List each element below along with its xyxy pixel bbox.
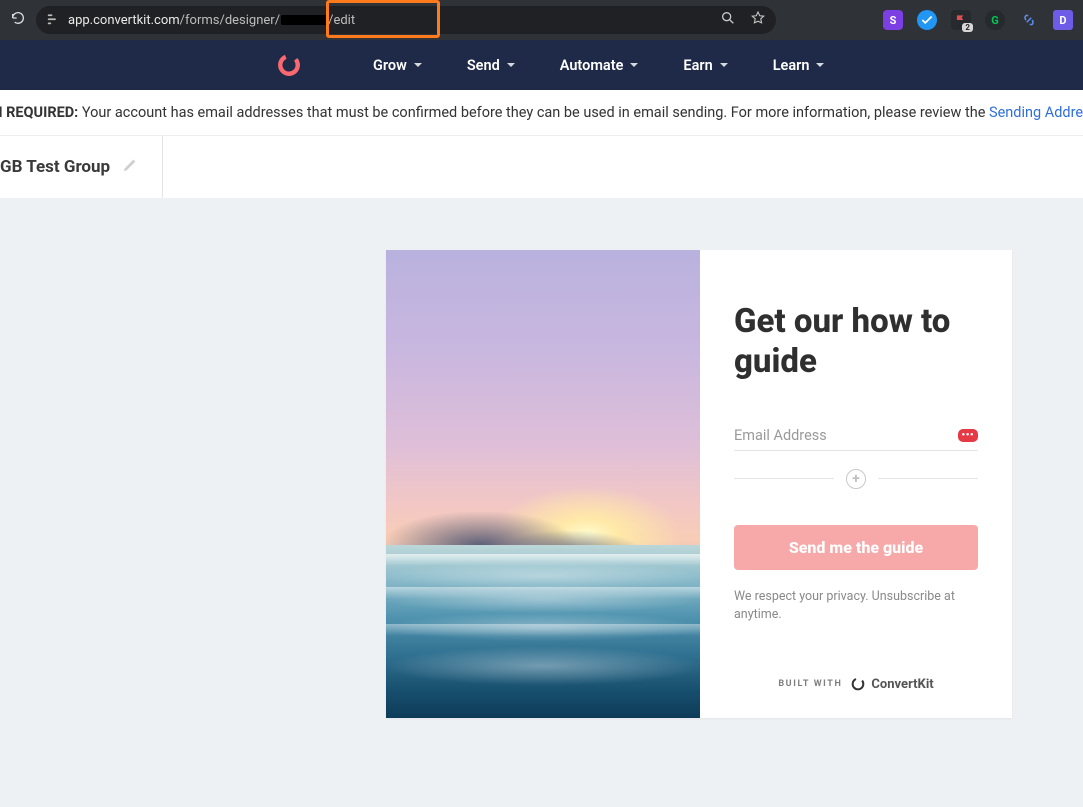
field-options-pill-icon[interactable]: ••• <box>958 429 978 442</box>
page-title: GB Test Group <box>0 157 110 177</box>
editor-canvas: Get our how to guide Email Address ••• +… <box>0 198 1083 807</box>
extension-s-icon[interactable]: S <box>883 10 903 30</box>
url-host: app.convertkit.com <box>68 13 180 28</box>
built-with-row: BUILT WITH ConvertKit <box>734 662 978 692</box>
alert-body: Your account has email addresses that mu… <box>78 104 989 121</box>
alert-banner: ION REQUIRED: Your account has email add… <box>0 90 1083 136</box>
chevron-down-icon <box>413 60 423 70</box>
title-divider <box>162 136 163 198</box>
alert-prefix: ION REQUIRED: <box>0 104 78 121</box>
url-text: app.convertkit.com/forms/designer//edit <box>68 13 355 28</box>
convertkit-logo-icon[interactable] <box>275 51 303 79</box>
nav-learn[interactable]: Learn <box>773 57 826 74</box>
browser-chrome: app.convertkit.com/forms/designer//edit … <box>0 0 1083 40</box>
url-path-post: /edit <box>328 13 355 28</box>
built-with-label: BUILT WITH <box>778 679 842 689</box>
extension-flag-icon[interactable]: 2 <box>951 10 971 30</box>
extension-grammarly-icon[interactable]: G <box>985 10 1005 30</box>
address-bar[interactable]: app.convertkit.com/forms/designer//edit <box>36 6 776 34</box>
nav-grow-label: Grow <box>373 57 407 74</box>
submit-button[interactable]: Send me the guide <box>734 525 978 570</box>
extension-d-icon[interactable]: D <box>1053 10 1073 30</box>
form-preview-card[interactable]: Get our how to guide Email Address ••• +… <box>386 250 1012 718</box>
chevron-down-icon <box>815 60 825 70</box>
site-settings-icon[interactable] <box>46 11 60 30</box>
convertkit-mark-icon <box>850 676 866 692</box>
email-field-row[interactable]: Email Address ••• <box>734 427 978 451</box>
email-placeholder: Email Address <box>734 427 958 444</box>
nav-earn[interactable]: Earn <box>683 57 728 74</box>
extension-flag-badge: 2 <box>962 23 973 32</box>
built-with-brand[interactable]: ConvertKit <box>850 676 933 692</box>
url-redacted-segment <box>281 15 327 25</box>
bookmark-star-icon[interactable] <box>750 10 766 30</box>
url-path-pre: /forms/designer <box>180 13 275 28</box>
app-navbar: Grow Send Automate Earn Learn <box>0 40 1083 90</box>
chevron-down-icon <box>506 60 516 70</box>
page-title-bar: GB Test Group <box>0 136 1083 198</box>
alert-link[interactable]: Sending Address Confirma <box>989 104 1083 121</box>
nav-earn-label: Earn <box>683 57 712 74</box>
chevron-down-icon <box>629 60 639 70</box>
zoom-icon[interactable] <box>720 10 736 30</box>
form-image[interactable] <box>386 250 700 718</box>
form-content: Get our how to guide Email Address ••• +… <box>700 250 1012 718</box>
nav-send-label: Send <box>467 57 500 74</box>
form-disclaimer[interactable]: We respect your privacy. Unsubscribe at … <box>734 588 978 624</box>
nav-learn-label: Learn <box>773 57 810 74</box>
edit-title-icon[interactable] <box>122 157 138 177</box>
form-heading[interactable]: Get our how to guide <box>734 302 978 383</box>
extension-blue-circle-icon[interactable] <box>917 10 937 30</box>
add-field-row: + <box>734 469 978 489</box>
nav-send[interactable]: Send <box>467 57 516 74</box>
nav-grow[interactable]: Grow <box>373 57 423 74</box>
reload-icon[interactable] <box>10 10 26 30</box>
add-field-button[interactable]: + <box>846 469 866 489</box>
nav-automate-label: Automate <box>560 57 624 74</box>
chevron-down-icon <box>719 60 729 70</box>
nav-automate[interactable]: Automate <box>560 57 640 74</box>
extension-link-icon[interactable] <box>1019 10 1039 30</box>
built-with-brand-label: ConvertKit <box>871 677 933 692</box>
